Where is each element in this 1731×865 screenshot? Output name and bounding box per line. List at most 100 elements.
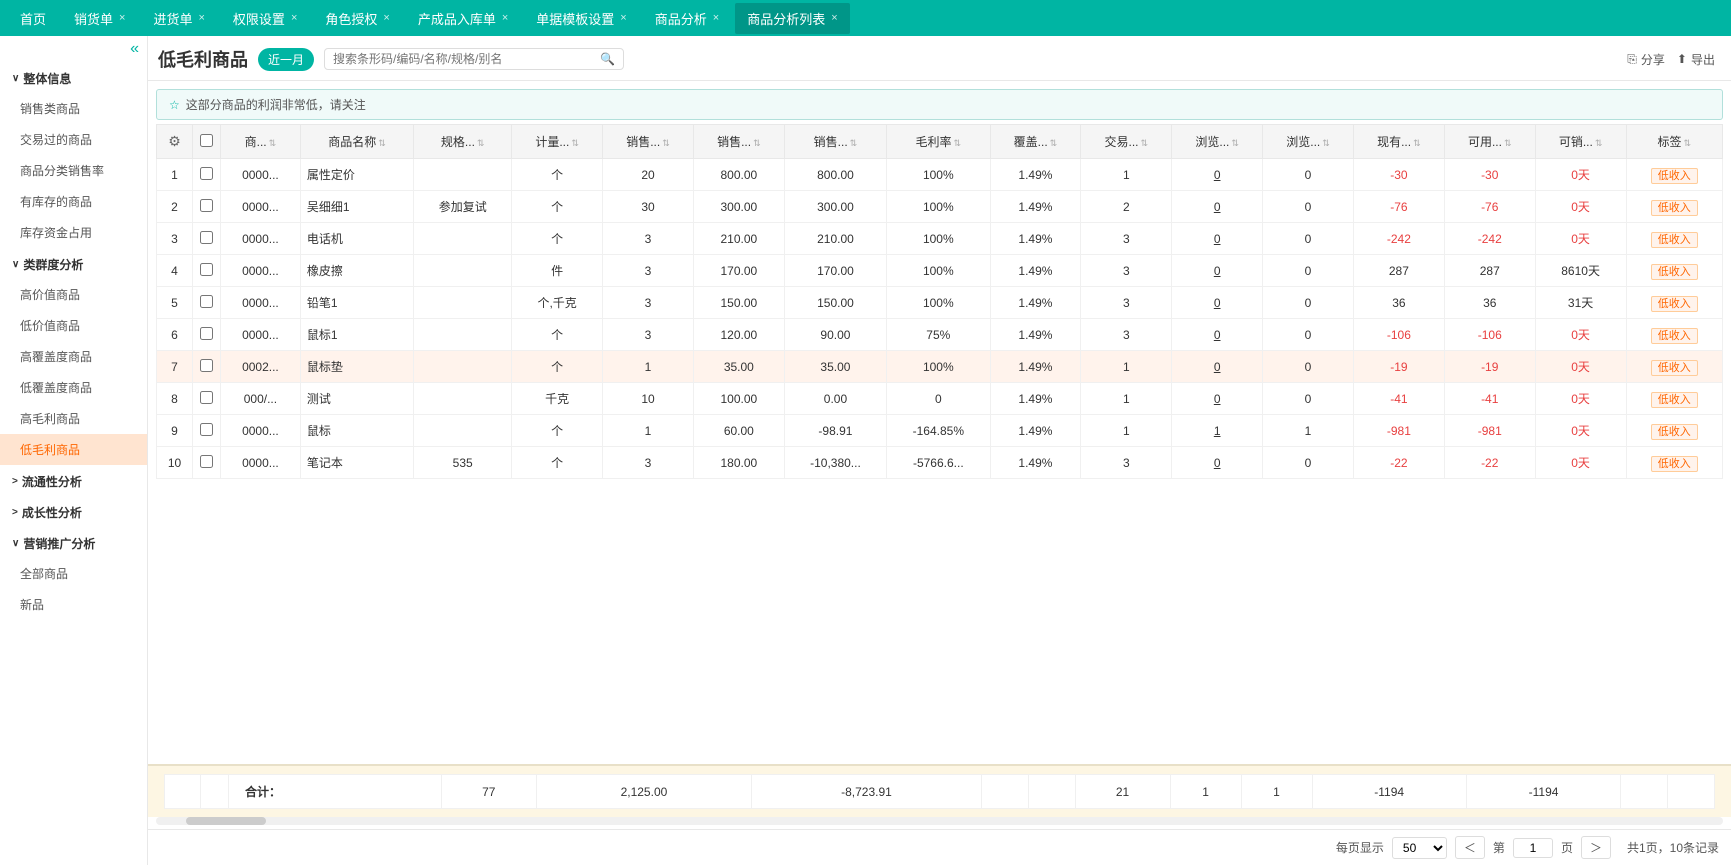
sidebar-item-全部商品[interactable]: 全部商品	[0, 558, 147, 589]
search-box[interactable]: 🔍	[324, 48, 624, 70]
scrollbar-area[interactable]	[156, 817, 1723, 825]
next-page-button[interactable]: ＞	[1581, 836, 1611, 859]
row-view1[interactable]: 0	[1172, 191, 1263, 223]
nav-close-角色授权[interactable]: ×	[383, 12, 389, 24]
row-checkbox[interactable]	[193, 415, 221, 447]
row-checkbox[interactable]	[193, 383, 221, 415]
nav-item-销货单[interactable]: 销货单×	[62, 3, 137, 34]
sidebar-item-库存资金占用[interactable]: 库存资金占用	[0, 217, 147, 248]
nav-close-产成品入库单[interactable]: ×	[502, 12, 508, 24]
row-unit: 个	[512, 191, 603, 223]
date-filter-badge[interactable]: 近一月	[258, 48, 314, 71]
sidebar-item-有库存的商品[interactable]: 有库存的商品	[0, 186, 147, 217]
nav-close-权限设置[interactable]: ×	[291, 12, 297, 24]
row-name: 属性定价	[300, 159, 413, 191]
prev-page-button[interactable]: ＜	[1455, 836, 1485, 859]
sidebar-group-title-营销推广分析[interactable]: ∨ 营销推广分析	[0, 527, 147, 558]
page-label: 第	[1493, 839, 1505, 856]
sidebar-group-title-流通性分析[interactable]: > 流通性分析	[0, 465, 147, 496]
col-settings[interactable]: ⚙	[157, 125, 193, 159]
row-no: 4	[157, 255, 193, 287]
select-all-checkbox[interactable]	[200, 134, 213, 147]
sidebar-item-新品[interactable]: 新品	[0, 589, 147, 620]
col-checkbox[interactable]	[193, 125, 221, 159]
row-view1[interactable]: 0	[1172, 383, 1263, 415]
search-input[interactable]	[333, 52, 594, 66]
notice-bar: ☆ 这部分商品的利润非常低，请关注	[156, 89, 1723, 120]
row-code: 0000...	[221, 255, 301, 287]
nav-item-权限设置[interactable]: 权限设置×	[221, 3, 309, 34]
row-checkbox[interactable]	[193, 319, 221, 351]
row-view1[interactable]: 0	[1172, 319, 1263, 351]
row-unit: 个,千克	[512, 287, 603, 319]
export-icon: ⬆	[1677, 52, 1687, 66]
sidebar-item-高价值商品[interactable]: 高价值商品	[0, 279, 147, 310]
row-checkbox[interactable]	[193, 255, 221, 287]
row-checkbox[interactable]	[193, 287, 221, 319]
sidebar-item-商品分类销售率[interactable]: 商品分类销售率	[0, 155, 147, 186]
row-sellable: 0天	[1535, 447, 1626, 479]
sidebar-item-交易过的商品[interactable]: 交易过的商品	[0, 124, 147, 155]
row-tag: 低收入	[1626, 383, 1722, 415]
sidebar-group-0: ∨ 整体信息销售类商品交易过的商品商品分类销售率有库存的商品库存资金占用	[0, 62, 147, 248]
per-page-select[interactable]: 50 20 100	[1392, 837, 1447, 859]
nav-item-角色授权[interactable]: 角色授权×	[313, 3, 401, 34]
export-button[interactable]: ⬆ 导出	[1677, 51, 1715, 68]
page-number-input[interactable]	[1513, 838, 1553, 858]
nav-item-商品分析[interactable]: 商品分析×	[643, 3, 731, 34]
row-unit: 个	[512, 159, 603, 191]
sidebar-group-title-成长性分析[interactable]: > 成长性分析	[0, 496, 147, 527]
row-sellable: 0天	[1535, 415, 1626, 447]
search-icon[interactable]: 🔍	[600, 52, 615, 66]
sidebar-item-低毛利商品[interactable]: 低毛利商品	[0, 434, 147, 465]
scrollbar-thumb[interactable]	[186, 817, 266, 825]
row-spec: 参加复试	[414, 191, 512, 223]
row-available: -981	[1444, 415, 1535, 447]
row-view1[interactable]: 0	[1172, 223, 1263, 255]
col-sales-count: 销售...⇅	[603, 125, 694, 159]
nav-item-产成品入库单[interactable]: 产成品入库单×	[406, 3, 520, 34]
nav-close-单据模板设置[interactable]: ×	[620, 12, 626, 24]
footer-current: -1194	[1312, 775, 1466, 809]
row-checkbox[interactable]	[193, 351, 221, 383]
row-view1[interactable]: 0	[1172, 351, 1263, 383]
row-gross-rate: 100%	[887, 159, 990, 191]
nav-close-商品分析列表[interactable]: ×	[831, 12, 837, 24]
row-checkbox[interactable]	[193, 447, 221, 479]
col-view2: 浏览...⇅	[1263, 125, 1354, 159]
row-view1[interactable]: 1	[1172, 415, 1263, 447]
sidebar-group-title-类群度分析[interactable]: ∨ 类群度分析	[0, 248, 147, 279]
nav-close-进货单[interactable]: ×	[198, 12, 204, 24]
row-name: 吴细细1	[300, 191, 413, 223]
nav-close-销货单[interactable]: ×	[119, 12, 125, 24]
row-view1[interactable]: 0	[1172, 287, 1263, 319]
row-view1[interactable]: 0	[1172, 447, 1263, 479]
sidebar-collapse-button[interactable]: «	[0, 36, 147, 62]
row-checkbox[interactable]	[193, 223, 221, 255]
notice-text: 这部分商品的利润非常低，请关注	[186, 96, 366, 113]
nav-item-首页[interactable]: 首页	[8, 3, 58, 34]
nav-item-商品分析列表[interactable]: 商品分析列表×	[735, 3, 849, 34]
row-view1[interactable]: 0	[1172, 255, 1263, 287]
row-no: 2	[157, 191, 193, 223]
row-checkbox[interactable]	[193, 159, 221, 191]
row-view1[interactable]: 0	[1172, 159, 1263, 191]
sidebar-item-低覆盖度商品[interactable]: 低覆盖度商品	[0, 372, 147, 403]
sidebar-item-高毛利商品[interactable]: 高毛利商品	[0, 403, 147, 434]
row-current: 36	[1353, 287, 1444, 319]
nav-item-进货单[interactable]: 进货单×	[141, 3, 216, 34]
nav-item-单据模板设置[interactable]: 单据模板设置×	[524, 3, 638, 34]
share-button[interactable]: ⎘ 分享	[1627, 51, 1665, 68]
row-gross-rate: -164.85%	[887, 415, 990, 447]
col-spec: 规格...⇅	[414, 125, 512, 159]
sidebar-item-销售类商品[interactable]: 销售类商品	[0, 93, 147, 124]
row-gross-rate: 0	[887, 383, 990, 415]
row-sales-price: 210.00	[693, 223, 784, 255]
row-checkbox[interactable]	[193, 191, 221, 223]
sidebar-item-低价值商品[interactable]: 低价值商品	[0, 310, 147, 341]
row-sales-price: 800.00	[693, 159, 784, 191]
nav-close-商品分析[interactable]: ×	[713, 12, 719, 24]
sidebar-item-高覆盖度商品[interactable]: 高覆盖度商品	[0, 341, 147, 372]
row-sales-price: 100.00	[693, 383, 784, 415]
sidebar-group-title-整体信息[interactable]: ∨ 整体信息	[0, 62, 147, 93]
